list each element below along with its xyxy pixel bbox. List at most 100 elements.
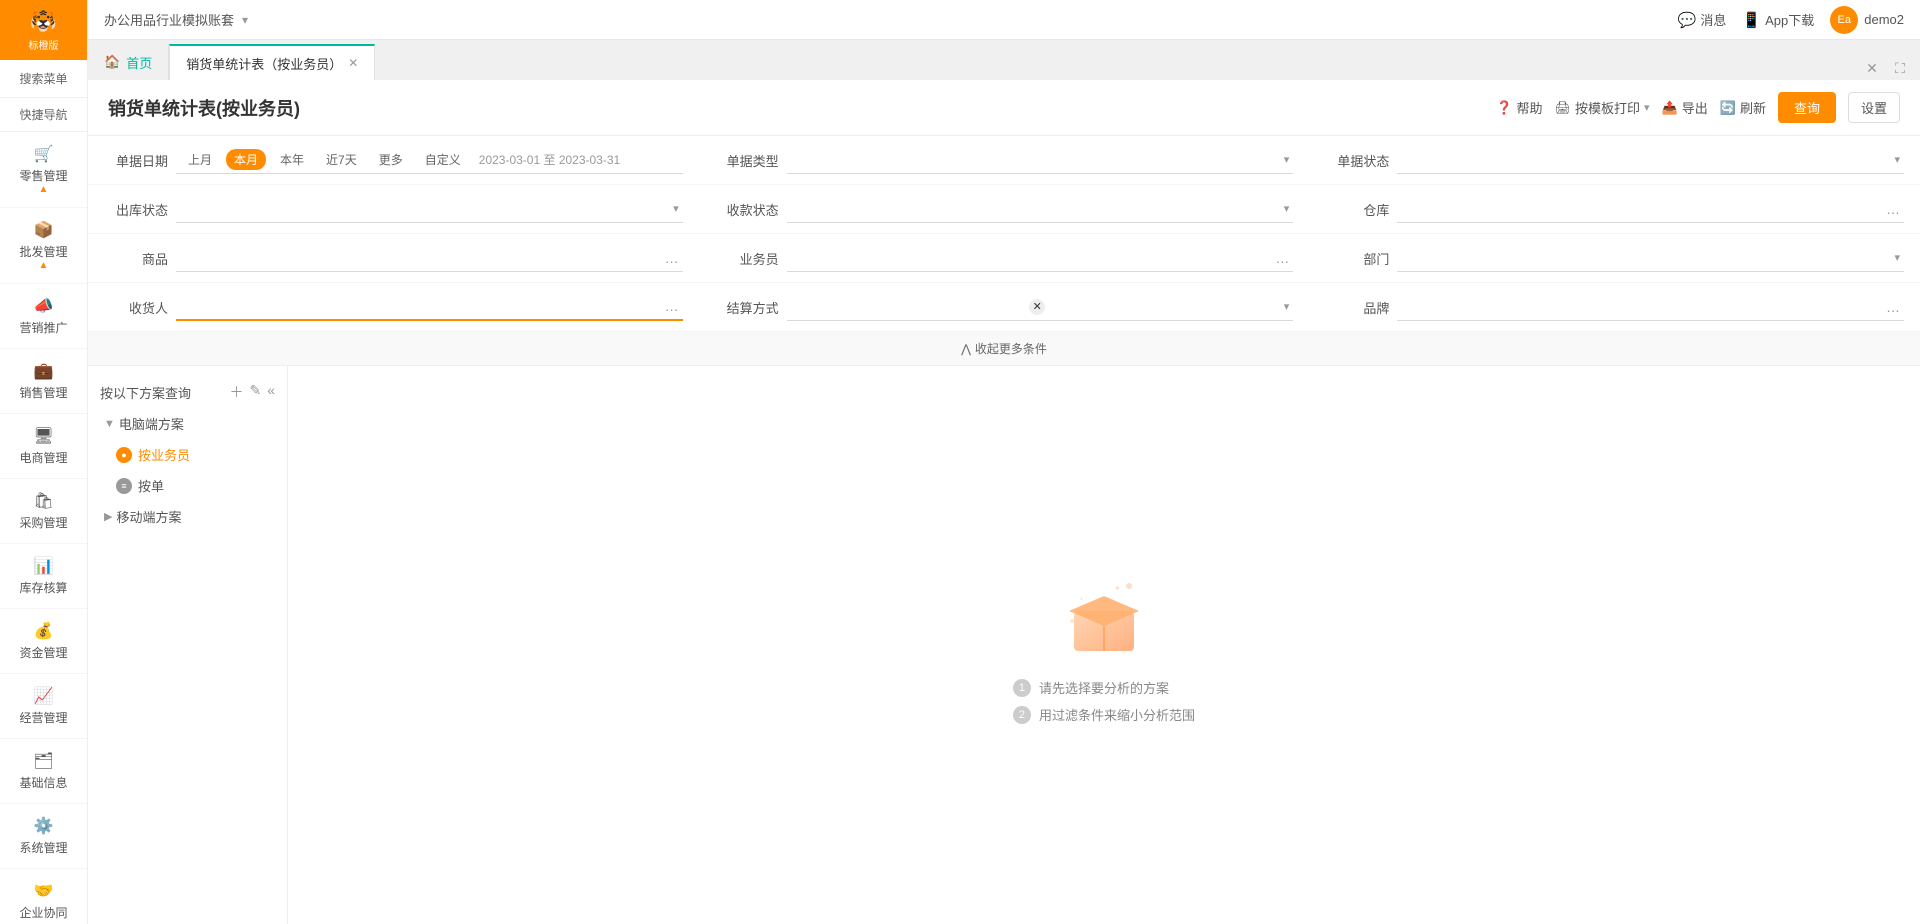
scheme-item-by-order[interactable]: ≡ 按单 [88, 470, 287, 501]
salesman-label: 业务员 [715, 249, 779, 268]
sidebar-item-system[interactable]: ⚙️ 系统管理 [0, 804, 87, 869]
recv-status-select[interactable]: ▾ [787, 195, 1294, 223]
topbar: 办公用品行业模拟账套 ▾ 💬 消息 📱 App下载 Ea demo2 [88, 0, 1920, 40]
retail-icon: 🛒 [34, 144, 54, 164]
svg-text:✦: ✦ [1114, 584, 1121, 593]
filter-row-1: 单据日期 上月 本月 本年 近7天 更多 自定义 2023-03-01 至 20… [88, 136, 1920, 185]
marketing-icon: 📣 [34, 296, 54, 316]
print-icon: 🖨 [1555, 100, 1572, 116]
warehouse-dots-icon[interactable]: … [1886, 201, 1900, 217]
tab-expand-button[interactable]: ⛶ [1888, 56, 1912, 80]
doc-status-select[interactable]: ▾ [1397, 146, 1904, 174]
left-panel-header: 按以下方案查询 ＋ ✎ « [88, 376, 287, 408]
ecommerce-icon: 🖥 [33, 426, 53, 446]
filter-row-3: 商品 … 业务员 … 部门 [88, 234, 1920, 283]
sidebar-label-wholesale: 批发管理 [19, 243, 67, 260]
date-btn-7days[interactable]: 近7天 [318, 149, 365, 170]
out-status-select[interactable]: ▾ [176, 195, 683, 223]
date-input[interactable]: 上月 本月 本年 近7天 更多 自定义 2023-03-01 至 2023-03… [176, 146, 683, 174]
doc-type-arrow-icon: ▾ [1284, 153, 1290, 166]
topbar-left: 办公用品行业模拟账套 ▾ [104, 10, 248, 29]
sidebar-item-operation[interactable]: 📈 经营管理 [0, 674, 87, 739]
filter-cell-warehouse: 仓库 … [1309, 185, 1920, 234]
sidebar-item-wholesale[interactable]: 📦 批发管理 ▲ [0, 208, 87, 284]
sidebar-label-purchase: 采购管理 [19, 514, 67, 531]
left-panel: 按以下方案查询 ＋ ✎ « ▼ 电脑端方案 ● 按业务员 [88, 366, 288, 924]
settings-button[interactable]: 设置 [1848, 92, 1900, 123]
tab-sales-stat[interactable]: 销货单统计表（按业务员） ✕ [169, 44, 375, 80]
sidebar-item-marketing[interactable]: 📣 营销推广 [0, 284, 87, 349]
query-button[interactable]: 查询 [1778, 92, 1836, 123]
scheme-group-mobile[interactable]: ▶ 移动端方案 [88, 501, 287, 532]
goods-select[interactable]: … [176, 244, 683, 272]
date-btn-this-month[interactable]: 本月 [226, 149, 266, 170]
tab-home-label: 首页 [126, 53, 152, 72]
corp-icon: 🤝 [34, 881, 54, 901]
edit-scheme-icon[interactable]: ✎ [249, 382, 261, 402]
finance-icon: 💰 [34, 621, 54, 641]
sidebar-search[interactable]: 搜索菜单 [0, 60, 87, 98]
tab-home[interactable]: 🏠 首页 [88, 44, 169, 80]
brand-dots-icon[interactable]: … [1886, 299, 1900, 315]
system-icon: ⚙️ [34, 816, 54, 836]
message-button[interactable]: 💬 消息 [1678, 10, 1727, 29]
settle-select[interactable]: ✕ ▾ [787, 293, 1294, 321]
sidebar-label-sales: 销售管理 [19, 384, 67, 401]
scheme-icon-order: ≡ [116, 478, 132, 494]
collapse-panel-icon[interactable]: « [267, 382, 275, 402]
sidebar: 🐯 标橙版 搜索菜单 快捷导航 🛒 零售管理 ▲ 📦 批发管理 ▲ 📣 营销推广… [0, 0, 88, 924]
recv-person-input[interactable]: … [176, 293, 683, 321]
doc-type-select[interactable]: ▾ [787, 146, 1294, 174]
sidebar-quick-nav[interactable]: 快捷导航 [0, 98, 87, 132]
empty-step-1: 1 请先选择要分析的方案 [1013, 678, 1195, 697]
filter-cell-dept: 部门 ▾ [1309, 234, 1920, 283]
date-btn-last-month[interactable]: 上月 [180, 149, 220, 170]
page-header-actions: ❓ 帮助 🖨 按模板打印 ▾ 📤 导出 🔄 刷新 查询 设置 [1496, 92, 1900, 135]
goods-dots-icon[interactable]: … [665, 250, 679, 266]
collapse-button[interactable]: ⋀ 收起更多条件 [961, 340, 1047, 357]
filter-cell-out-status: 出库状态 ▾ [88, 185, 699, 234]
user-name: demo2 [1864, 12, 1904, 27]
app-title: 办公用品行业模拟账套 [104, 10, 234, 29]
brand-select[interactable]: … [1397, 293, 1904, 321]
sidebar-item-basic[interactable]: 🗂 基础信息 [0, 739, 87, 804]
sidebar-item-corp[interactable]: 🤝 企业协同 [0, 869, 87, 924]
sidebar-label-operation: 经营管理 [19, 709, 67, 726]
dept-select[interactable]: ▾ [1397, 244, 1904, 272]
date-btn-more[interactable]: 更多 [371, 149, 411, 170]
warehouse-select[interactable]: … [1397, 195, 1904, 223]
print-button[interactable]: 🖨 按模板打印 ▾ [1555, 98, 1650, 117]
refresh-button[interactable]: 🔄 刷新 [1720, 98, 1766, 117]
sidebar-item-finance[interactable]: 💰 资金管理 [0, 609, 87, 674]
user-menu[interactable]: Ea demo2 [1830, 6, 1904, 34]
scheme-item-by-salesman[interactable]: ● 按业务员 [88, 439, 287, 470]
filter-row-4: 收货人 … 结算方式 ✕ ▾ 品牌 [88, 283, 1920, 332]
sidebar-label-ecommerce: 电商管理 [19, 449, 67, 466]
empty-step-2: 2 用过滤条件来缩小分析范围 [1013, 705, 1195, 724]
scheme-item-order-label: 按单 [138, 476, 164, 495]
tab-close-all-button[interactable]: ✕ [1860, 56, 1884, 80]
scheme-group-desktop[interactable]: ▼ 电脑端方案 [88, 408, 287, 439]
help-button[interactable]: ❓ 帮助 [1496, 98, 1542, 117]
print-arrow-icon: ▾ [1644, 101, 1650, 114]
filter-cell-brand: 品牌 … [1309, 283, 1920, 332]
app-download-button[interactable]: 📱 App下载 [1742, 10, 1814, 29]
date-btn-this-year[interactable]: 本年 [272, 149, 312, 170]
tab-close-icon[interactable]: ✕ [348, 56, 358, 70]
add-scheme-icon[interactable]: ＋ [229, 382, 243, 402]
recv-person-dots-icon[interactable]: … [665, 298, 679, 314]
wholesale-icon: 📦 [34, 220, 54, 240]
sidebar-item-sales[interactable]: 💼 销售管理 [0, 349, 87, 414]
salesman-dots-icon[interactable]: … [1275, 250, 1289, 266]
sidebar-item-inventory[interactable]: 📊 库存核算 [0, 544, 87, 609]
salesman-select[interactable]: … [787, 244, 1294, 272]
collapse-bar[interactable]: ⋀ 收起更多条件 [88, 332, 1920, 366]
export-button[interactable]: 📤 导出 [1662, 98, 1708, 117]
date-btn-custom[interactable]: 自定义 [417, 149, 469, 170]
sidebar-item-ecommerce[interactable]: 🖥 电商管理 [0, 414, 87, 479]
settle-clear-icon[interactable]: ✕ [1029, 299, 1045, 315]
sidebar-item-purchase[interactable]: 🛍 采购管理 [0, 479, 87, 544]
sidebar-item-retail[interactable]: 🛒 零售管理 ▲ [0, 132, 87, 208]
recv-status-label: 收款状态 [715, 200, 779, 219]
settle-arrow-icon: ▾ [1284, 300, 1290, 313]
